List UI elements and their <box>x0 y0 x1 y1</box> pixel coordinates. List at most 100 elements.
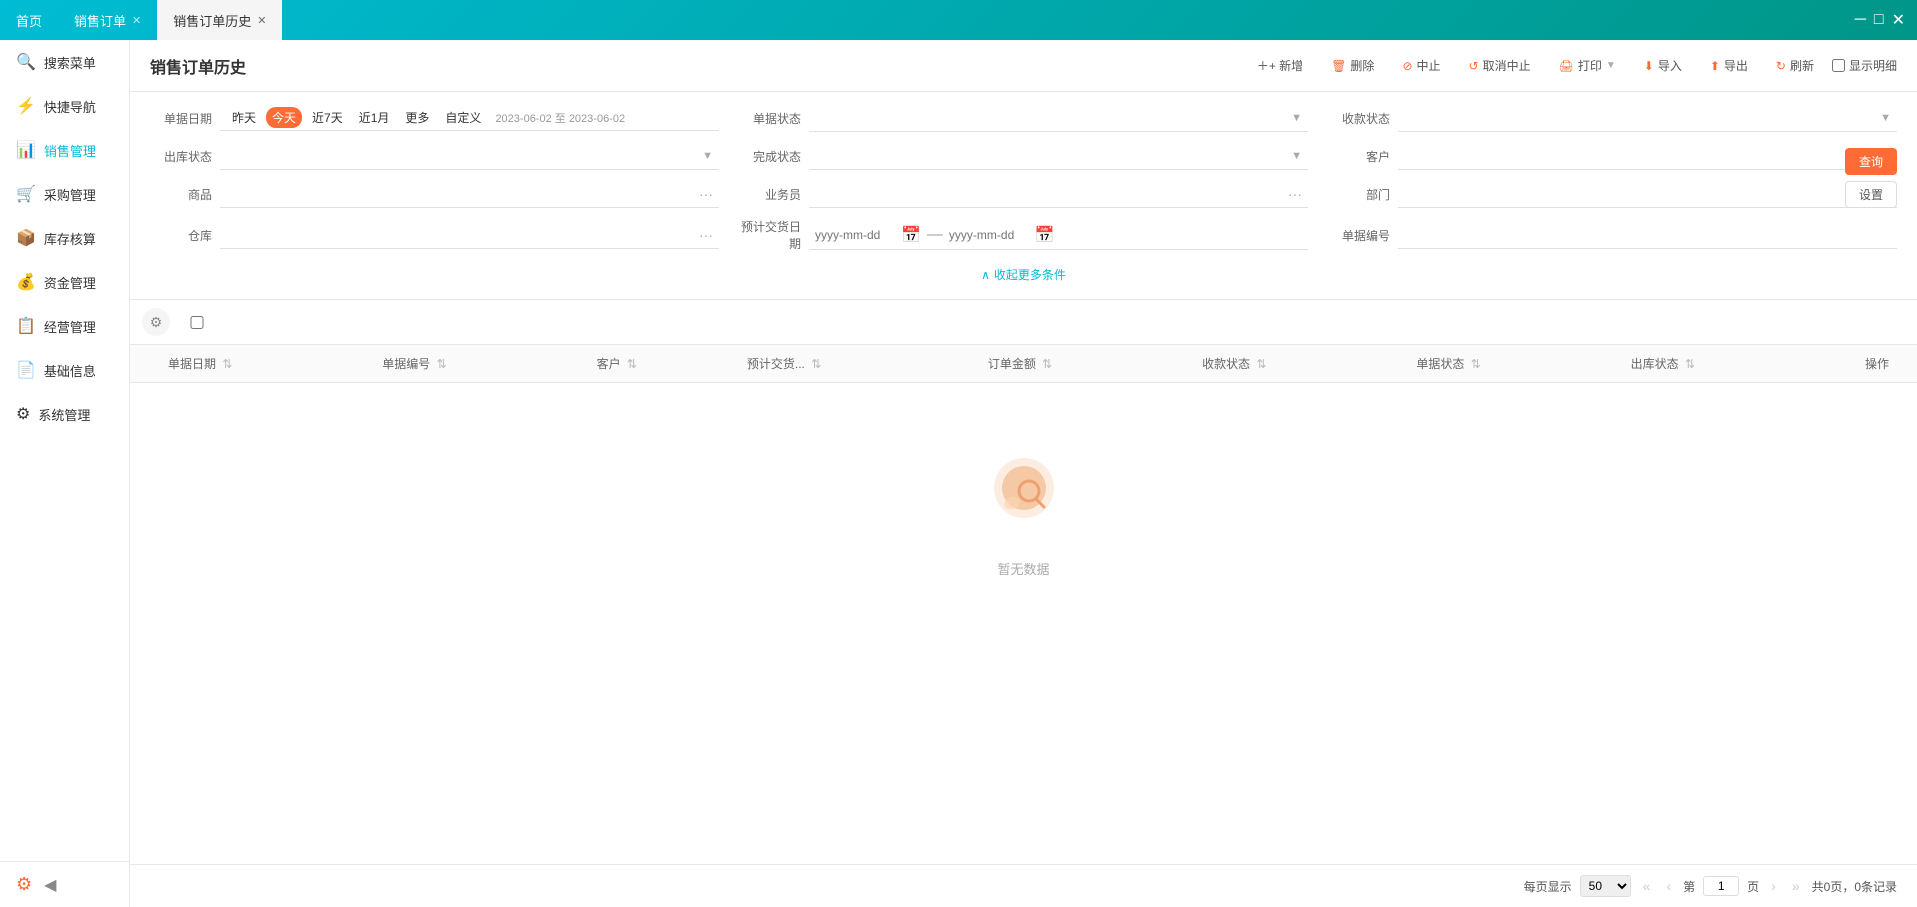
export-button[interactable]: ⬆ 导出 <box>1700 52 1758 79</box>
th-receipt-status[interactable]: 收款状态 ⇅ <box>1194 345 1408 383</box>
settings-icon[interactable]: ⚙ <box>16 874 32 895</box>
sidebar-item-label: 库存核算 <box>44 229 96 248</box>
display-detail-checkbox[interactable] <box>1832 59 1845 72</box>
tab-sales-order-history[interactable]: 销售订单历史 ✕ <box>157 0 282 40</box>
bill-no-field[interactable] <box>1398 221 1897 249</box>
sidebar-item-search[interactable]: 🔍 搜索菜单 <box>0 40 129 84</box>
stock-out-field[interactable]: ▼ <box>220 142 719 170</box>
settings-button[interactable]: 设置 <box>1845 181 1897 208</box>
refresh-icon: ↻ <box>1776 59 1786 73</box>
date-btn-today[interactable]: 今天 <box>266 107 302 128</box>
collapse-sidebar-icon[interactable]: ◀ <box>44 875 56 895</box>
delivery-date-from-input[interactable] <box>815 228 895 242</box>
next-page-btn[interactable]: › <box>1767 876 1780 896</box>
sidebar-item-finance[interactable]: 💰 资金管理 <box>0 260 129 304</box>
sort-delivery-icon: ⇅ <box>811 357 821 371</box>
date-btn-yesterday[interactable]: 昨天 <box>226 107 262 128</box>
delivery-date-label: 预计交货日期 <box>739 218 809 252</box>
print-button[interactable]: 🖨 打印 ▼ <box>1549 52 1626 79</box>
calendar-icon-from[interactable]: 📅 <box>901 225 921 245</box>
receipt-status-field[interactable]: ▼ <box>1398 104 1897 132</box>
main-layout: 🔍 搜索菜单 ⚡ 快捷导航 📊 销售管理 🛒 采购管理 📦 库存核算 💰 资金管… <box>0 40 1917 907</box>
dept-label: 部门 <box>1328 186 1398 203</box>
stop-icon: ⊘ <box>1402 59 1412 73</box>
delivery-date-to-input[interactable] <box>949 228 1029 242</box>
select-all-checkbox[interactable] <box>182 316 212 329</box>
collapse-filters-row[interactable]: ∧ 收起更多条件 <box>150 262 1897 287</box>
delete-button[interactable]: 🗑 删除 <box>1321 52 1384 79</box>
data-table: 单据日期 ⇅ 单据编号 ⇅ 客户 ⇅ <box>130 345 1917 383</box>
maximize-icon[interactable]: □ <box>1874 11 1884 29</box>
sidebar-item-label: 销售管理 <box>44 141 96 160</box>
th-action: 操作 <box>1837 345 1917 383</box>
basic-icon: 📄 <box>16 360 36 380</box>
table-toolbar: ⚙ <box>130 300 1917 345</box>
window-close-icon[interactable]: ✕ <box>1892 10 1905 30</box>
cancel-stop-icon: ↺ <box>1469 59 1479 73</box>
stop-button[interactable]: ⊘ 中止 <box>1392 52 1450 79</box>
page-number-input[interactable] <box>1703 876 1739 896</box>
page-header: 销售订单历史 ＋ + 新增 🗑 删除 ⊘ 中止 ↺ 取消中止 🖨 打印 ▼ <box>130 40 1917 92</box>
top-bar-controls: ─ □ ✕ <box>1855 10 1917 30</box>
purchase-icon: 🛒 <box>16 184 36 204</box>
sidebar-item-inventory[interactable]: 📦 库存核算 <box>0 216 129 260</box>
sales-icon: 📊 <box>16 140 36 160</box>
empty-text: 暂无数据 <box>997 559 1049 578</box>
new-button[interactable]: ＋ + 新增 <box>1247 52 1313 79</box>
table-settings-gear[interactable]: ⚙ <box>142 308 170 336</box>
first-page-btn[interactable]: « <box>1639 876 1655 896</box>
sidebar-item-label: 经营管理 <box>44 317 96 336</box>
pagination: 每页显示 20 50 100 « ‹ 第 页 › » 共0页，0条记录 <box>130 864 1917 907</box>
calendar-icon-to[interactable]: 📅 <box>1035 225 1055 245</box>
last-page-btn[interactable]: » <box>1788 876 1804 896</box>
refresh-button[interactable]: ↻ 刷新 <box>1766 52 1824 79</box>
prev-page-btn[interactable]: ‹ <box>1662 876 1675 896</box>
minimize-icon[interactable]: ─ <box>1855 11 1866 29</box>
sidebar-item-basic[interactable]: 📄 基础信息 <box>0 348 129 392</box>
complete-field[interactable]: ▼ <box>809 142 1308 170</box>
th-stock-out[interactable]: 出库状态 ⇅ <box>1623 345 1837 383</box>
page-title: 销售订单历史 <box>150 54 1239 78</box>
close-tab-sales-order-history[interactable]: ✕ <box>257 14 266 27</box>
cancel-stop-button[interactable]: ↺ 取消中止 <box>1459 52 1541 79</box>
sidebar-item-system[interactable]: ⚙ 系统管理 <box>0 392 129 436</box>
print-icon: 🖨 <box>1559 59 1574 73</box>
import-icon: ⬇ <box>1644 59 1654 73</box>
th-amount[interactable]: 订单金额 ⇅ <box>980 345 1194 383</box>
sidebar-item-operations[interactable]: 📋 经营管理 <box>0 304 129 348</box>
date-btn-custom[interactable]: 自定义 <box>439 107 487 128</box>
new-icon: ＋ <box>1257 57 1269 74</box>
page-size-select[interactable]: 20 50 100 <box>1580 875 1631 897</box>
th-no[interactable]: 单据编号 ⇅ <box>374 345 588 383</box>
warehouse-field[interactable]: ··· <box>220 221 719 249</box>
th-bill-status[interactable]: 单据状态 ⇅ <box>1408 345 1622 383</box>
th-customer[interactable]: 客户 ⇅ <box>589 345 739 383</box>
date-btn-7days[interactable]: 近7天 <box>306 107 349 128</box>
delete-icon: 🗑 <box>1331 59 1346 73</box>
tab-home[interactable]: 首页 <box>0 0 58 40</box>
customer-field[interactable]: ··· <box>1398 142 1897 170</box>
date-btn-more[interactable]: 更多 <box>399 107 435 128</box>
sidebar-item-sales[interactable]: 📊 销售管理 <box>0 128 129 172</box>
bill-status-field[interactable]: ▼ <box>809 104 1308 132</box>
dept-field[interactable]: ▼ <box>1398 180 1897 208</box>
close-tab-sales-order[interactable]: ✕ <box>132 14 141 27</box>
salesperson-field[interactable]: ··· <box>809 180 1308 208</box>
goods-field[interactable]: ··· <box>220 180 719 208</box>
collapse-label: 收起更多条件 <box>994 266 1066 283</box>
th-date[interactable]: 单据日期 ⇅ <box>160 345 374 383</box>
table-area: ⚙ 单据日期 ⇅ 单据编号 ⇅ <box>130 300 1917 864</box>
operations-icon: 📋 <box>16 316 36 336</box>
table-header-row: 单据日期 ⇅ 单据编号 ⇅ 客户 ⇅ <box>130 345 1917 383</box>
th-delivery[interactable]: 预计交货... ⇅ <box>739 345 980 383</box>
import-button[interactable]: ⬇ 导入 <box>1634 52 1692 79</box>
sort-amount-icon: ⇅ <box>1042 357 1052 371</box>
display-detail-toggle[interactable]: 显示明细 <box>1832 57 1897 74</box>
sidebar-item-purchase[interactable]: 🛒 采购管理 <box>0 172 129 216</box>
tab-sales-order[interactable]: 销售订单 ✕ <box>58 0 157 40</box>
sidebar-item-quicknav[interactable]: ⚡ 快捷导航 <box>0 84 129 128</box>
date-btn-1month[interactable]: 近1月 <box>353 107 396 128</box>
query-button[interactable]: 查询 <box>1845 148 1897 175</box>
filter-row-1: 单据日期 昨天 今天 近7天 近1月 更多 自定义 2023-06-02 至 2… <box>150 104 1897 132</box>
sort-bill-icon: ⇅ <box>1471 357 1481 371</box>
